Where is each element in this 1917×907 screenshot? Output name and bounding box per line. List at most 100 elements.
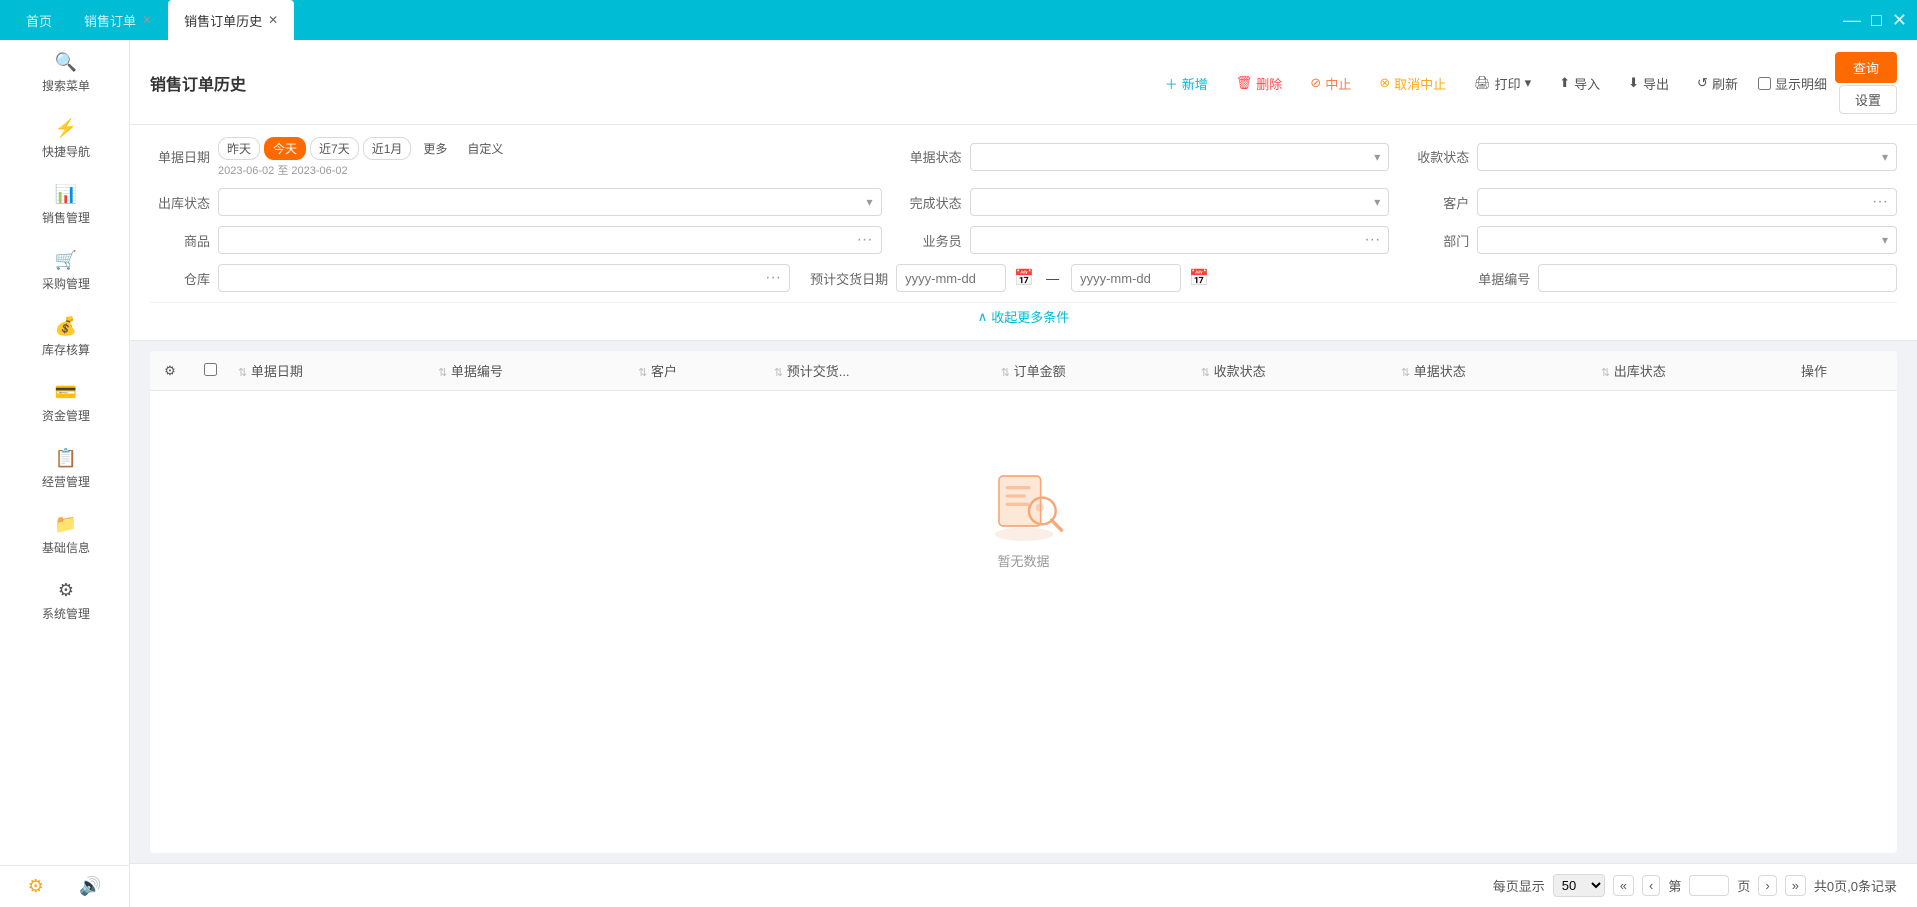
delete-button[interactable]: 🗑 删除	[1228, 70, 1291, 97]
completion-status-chevron: ▾	[1374, 195, 1380, 209]
settings-icon[interactable]: ⚙	[28, 876, 44, 897]
close-sales-order-tab[interactable]: ✕	[142, 13, 152, 27]
goods-select[interactable]: ···	[218, 226, 882, 254]
customer-select[interactable]: ···	[1477, 188, 1897, 216]
th-amount-sort-icon[interactable]: ⇅	[1001, 367, 1010, 379]
new-button[interactable]: ＋ 新增	[1157, 70, 1216, 97]
date-tag-custom[interactable]: 自定义	[459, 138, 511, 159]
print-dropdown-icon: ▾	[1525, 75, 1532, 91]
basic-info-icon: 📁	[55, 514, 77, 535]
data-table: ⚙ ⇅ 单据日期 ⇅ 单据编号	[150, 351, 1897, 391]
department-select[interactable]: ▾	[1477, 226, 1897, 254]
filter-row-4: 仓库 ··· 预计交货日期 📅 — 📅 单据编号	[150, 264, 1897, 292]
settings-gear-icon[interactable]: ⚙	[164, 363, 176, 378]
sidebar-item-inventory[interactable]: 💰 库存核算	[0, 304, 129, 370]
sidebar-item-sys-mgmt[interactable]: ⚙ 系统管理	[0, 568, 129, 634]
customer-dots[interactable]: ···	[1872, 193, 1888, 211]
sidebar-item-capital-mgmt[interactable]: 💳 资金管理	[0, 370, 129, 436]
calendar-from-icon[interactable]: 📅	[1014, 268, 1034, 288]
tab-sales-order[interactable]: 销售订单 ✕	[68, 0, 168, 40]
stop-button[interactable]: ⊘ 中止	[1302, 70, 1359, 97]
tab-home-label: 首页	[26, 11, 52, 30]
th-shipment-label: 出库状态	[1614, 364, 1666, 379]
sidebar-item-quick-nav-label: 快捷导航	[42, 143, 90, 160]
collapse-bar[interactable]: ∧ 收起更多条件	[150, 302, 1897, 330]
th-delivery-label: 预计交货...	[787, 364, 850, 379]
delivery-date-to-input[interactable]	[1071, 264, 1181, 292]
stop-icon: ⊘	[1310, 75, 1321, 91]
export-button[interactable]: ⬇ 导出	[1620, 70, 1677, 97]
export-icon: ⬇	[1628, 75, 1639, 91]
filter-completion-status: 完成状态 ▾	[902, 188, 1390, 216]
warehouse-select[interactable]: ···	[218, 264, 790, 292]
payment-status-select[interactable]: ▾	[1477, 143, 1897, 171]
shipment-status-select[interactable]: ▾	[218, 188, 882, 216]
tab-home[interactable]: 首页	[10, 0, 68, 40]
payment-status-label: 收款状态	[1409, 147, 1469, 166]
sidebar-item-purchase-mgmt[interactable]: 🛒 采购管理	[0, 238, 129, 304]
th-order-sort-icon[interactable]: ⇅	[1401, 367, 1410, 379]
first-page-btn[interactable]: «	[1613, 875, 1634, 896]
volume-icon[interactable]: 🔊	[79, 876, 101, 897]
next-page-btn[interactable]: ›	[1758, 875, 1776, 896]
th-delivery-sort-icon[interactable]: ⇅	[774, 367, 783, 379]
sidebar: 🔍 搜索菜单 ⚡ 快捷导航 📊 销售管理 🛒 采购管理 💰 库存核算 💳 资金管…	[0, 40, 130, 907]
date-tag-yesterday[interactable]: 昨天	[218, 137, 260, 160]
sidebar-item-sales-mgmt[interactable]: 📊 销售管理	[0, 172, 129, 238]
warehouse-dots[interactable]: ···	[765, 269, 781, 287]
tab-sales-order-history[interactable]: 销售订单历史 ✕	[168, 0, 294, 40]
goods-label: 商品	[150, 231, 210, 250]
filter-goods: 商品 ···	[150, 226, 882, 254]
query-button[interactable]: 查询	[1835, 52, 1897, 83]
th-date: ⇅ 单据日期	[230, 351, 430, 391]
page-input[interactable]: 1	[1689, 875, 1729, 896]
order-number-input[interactable]	[1538, 264, 1897, 292]
th-payment-sort-icon[interactable]: ⇅	[1201, 367, 1210, 379]
maximize-btn[interactable]: □	[1871, 10, 1882, 31]
page-label: 第	[1668, 876, 1681, 895]
close-sales-order-history-tab[interactable]: ✕	[268, 13, 278, 27]
order-status-select[interactable]: ▾	[970, 143, 1390, 171]
sidebar-item-basic-info[interactable]: 📁 基础信息	[0, 502, 129, 568]
date-tag-month1[interactable]: 近1月	[363, 137, 412, 160]
sidebar-item-capital-mgmt-label: 资金管理	[42, 407, 90, 424]
completion-status-select[interactable]: ▾	[970, 188, 1390, 216]
date-tag-today[interactable]: 今天	[264, 137, 306, 160]
cancel-icon: ⊗	[1379, 75, 1390, 91]
th-shipment-sort-icon[interactable]: ⇅	[1601, 367, 1610, 379]
last-page-btn[interactable]: »	[1785, 875, 1806, 896]
empty-state: 暂无数据	[150, 391, 1897, 630]
calendar-to-icon[interactable]: 📅	[1189, 268, 1209, 288]
goods-dots[interactable]: ···	[857, 231, 873, 249]
set-button[interactable]: 设置	[1839, 85, 1897, 114]
th-date-sort-icon[interactable]: ⇅	[238, 367, 247, 379]
display-detail-check[interactable]	[1758, 77, 1771, 90]
th-action: 操作	[1793, 351, 1897, 391]
per-page-select[interactable]: 50 20 100	[1553, 874, 1605, 897]
table-area: ⚙ ⇅ 单据日期 ⇅ 单据编号	[150, 351, 1897, 853]
salesperson-label: 业务员	[902, 231, 962, 250]
cancel-button[interactable]: ⊗ 取消中止	[1371, 70, 1454, 97]
prev-page-btn[interactable]: ‹	[1642, 875, 1660, 896]
th-customer-sort-icon[interactable]: ⇅	[638, 367, 647, 379]
display-detail-checkbox[interactable]: 显示明细	[1758, 74, 1827, 93]
close-btn[interactable]: ✕	[1892, 10, 1907, 31]
main-layout: 🔍 搜索菜单 ⚡ 快捷导航 📊 销售管理 🛒 采购管理 💰 库存核算 💳 资金管…	[0, 40, 1917, 907]
select-all-checkbox[interactable]	[204, 363, 217, 376]
th-number-sort-icon[interactable]: ⇅	[438, 367, 447, 379]
order-status-label: 单据状态	[902, 147, 962, 166]
delivery-date-from-input[interactable]	[896, 264, 1006, 292]
sidebar-item-ops-mgmt[interactable]: 📋 经营管理	[0, 436, 129, 502]
th-settings: ⚙	[150, 351, 190, 391]
import-button[interactable]: ⬆ 导入	[1551, 70, 1608, 97]
salesperson-select[interactable]: ···	[970, 226, 1390, 254]
sidebar-item-quick-nav[interactable]: ⚡ 快捷导航	[0, 106, 129, 172]
date-tag-week7[interactable]: 近7天	[310, 137, 359, 160]
top-bar: 首页 销售订单 ✕ 销售订单历史 ✕ — □ ✕	[0, 0, 1917, 40]
minimize-btn[interactable]: —	[1843, 10, 1861, 31]
date-tag-more[interactable]: 更多	[415, 138, 455, 159]
sidebar-item-search-menu[interactable]: 🔍 搜索菜单	[0, 40, 129, 106]
salesperson-dots[interactable]: ···	[1364, 231, 1380, 249]
refresh-button[interactable]: ↺ 刷新	[1689, 70, 1746, 97]
print-button[interactable]: 🖨 打印 ▾	[1466, 70, 1539, 97]
